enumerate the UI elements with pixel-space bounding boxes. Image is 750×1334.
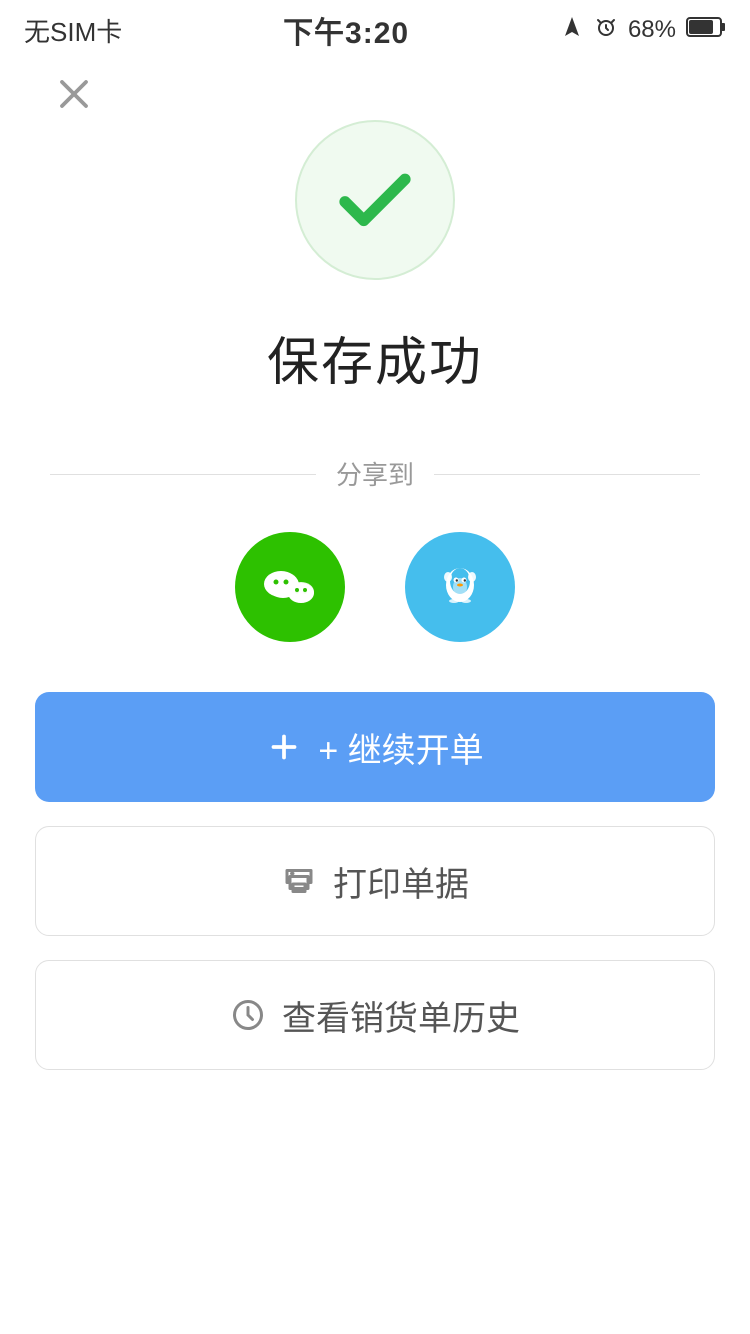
- close-button[interactable]: [50, 70, 98, 118]
- status-bar: 无SIM卡 下午3:20 68%: [0, 0, 750, 60]
- print-label: 打印单据: [333, 857, 469, 906]
- action-buttons: + 继续开单 打印单据 查看销货单历史: [35, 692, 715, 1070]
- battery-icon: [686, 16, 726, 45]
- success-title: 保存成功: [267, 320, 483, 395]
- checkmark-icon: [330, 153, 420, 248]
- qq-share-button[interactable]: [405, 532, 515, 642]
- location-icon: [560, 15, 584, 46]
- wechat-share-button[interactable]: [235, 532, 345, 642]
- alarm-icon: [594, 15, 618, 46]
- carrier-text: 无SIM卡: [24, 12, 122, 49]
- history-button[interactable]: 查看销货单历史: [35, 960, 715, 1070]
- main-content: 保存成功 分享到: [0, 60, 750, 1070]
- status-left: 无SIM卡: [24, 12, 132, 49]
- share-divider: 分享到: [0, 455, 750, 492]
- history-label: 查看销货单历史: [282, 991, 520, 1040]
- status-right: 68%: [560, 15, 726, 46]
- battery-percent: 68%: [628, 16, 676, 44]
- print-button[interactable]: 打印单据: [35, 826, 715, 936]
- continue-button[interactable]: + 继续开单: [35, 692, 715, 802]
- share-label: 分享到: [316, 455, 434, 492]
- status-time: 下午3:20: [283, 8, 409, 52]
- continue-label: + 继续开单: [318, 723, 483, 772]
- share-section: 分享到: [0, 455, 750, 642]
- share-icons: [235, 532, 515, 642]
- success-circle: [295, 120, 455, 280]
